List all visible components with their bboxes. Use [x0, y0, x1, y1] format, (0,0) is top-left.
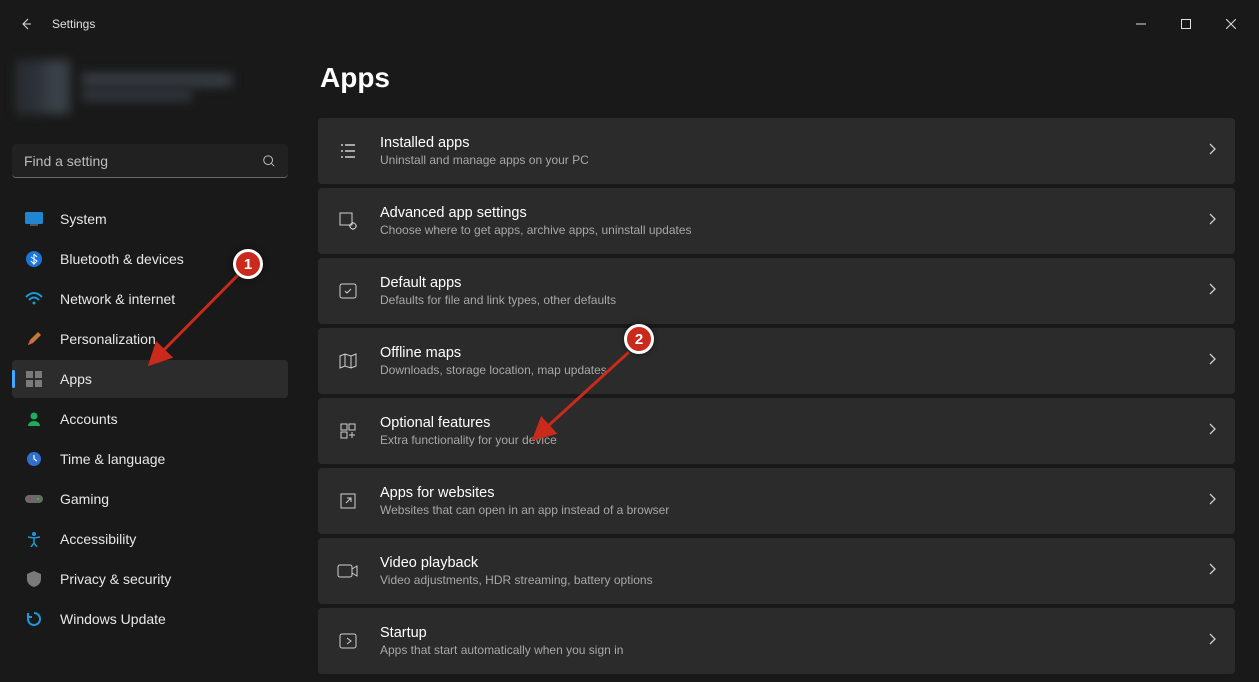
accessibility-icon — [24, 529, 44, 549]
video-icon — [336, 559, 360, 583]
nav-bluetooth[interactable]: Bluetooth & devices — [12, 240, 288, 278]
card-advanced-app-settings[interactable]: Advanced app settings Choose where to get… — [318, 188, 1235, 254]
person-icon — [24, 409, 44, 429]
card-title: Optional features — [380, 415, 1189, 431]
chevron-right-icon — [1209, 212, 1217, 230]
card-title: Startup — [380, 625, 1189, 641]
card-desc: Extra functionality for your device — [380, 433, 1189, 447]
minimize-button[interactable] — [1118, 9, 1163, 39]
card-title: Advanced app settings — [380, 205, 1189, 221]
maximize-button[interactable] — [1163, 9, 1208, 39]
chevron-right-icon — [1209, 562, 1217, 580]
shield-icon — [24, 569, 44, 589]
nav-personalization[interactable]: Personalization — [12, 320, 288, 358]
nav-update[interactable]: Windows Update — [12, 600, 288, 638]
open-external-icon — [336, 489, 360, 513]
nav-label: System — [60, 211, 107, 227]
nav-label: Gaming — [60, 491, 109, 507]
chevron-right-icon — [1209, 492, 1217, 510]
default-apps-icon — [336, 279, 360, 303]
card-desc: Defaults for file and link types, other … — [380, 293, 1189, 307]
clock-icon — [24, 449, 44, 469]
map-icon — [336, 349, 360, 373]
nav-accessibility[interactable]: Accessibility — [12, 520, 288, 558]
chevron-right-icon — [1209, 632, 1217, 650]
card-apps-for-websites[interactable]: Apps for websites Websites that can open … — [318, 468, 1235, 534]
nav-network[interactable]: Network & internet — [12, 280, 288, 318]
user-profile[interactable] — [12, 56, 288, 122]
card-title: Apps for websites — [380, 485, 1189, 501]
chevron-right-icon — [1209, 142, 1217, 160]
card-installed-apps[interactable]: Installed apps Uninstall and manage apps … — [318, 118, 1235, 184]
nav-label: Apps — [60, 371, 92, 387]
close-icon — [1226, 19, 1236, 29]
card-title: Installed apps — [380, 135, 1189, 151]
search-box[interactable] — [12, 144, 288, 178]
search-icon — [262, 154, 276, 168]
chevron-right-icon — [1209, 422, 1217, 440]
card-desc: Apps that start automatically when you s… — [380, 643, 1189, 657]
card-desc: Uninstall and manage apps on your PC — [380, 153, 1189, 167]
page-title: Apps — [320, 62, 1235, 94]
card-optional-features[interactable]: Optional features Extra functionality for… — [318, 398, 1235, 464]
card-title: Offline maps — [380, 345, 1189, 361]
sidebar: System Bluetooth & devices Network & int… — [0, 48, 300, 682]
maximize-icon — [1181, 19, 1191, 29]
nav-gaming[interactable]: Gaming — [12, 480, 288, 518]
nav-label: Bluetooth & devices — [60, 251, 184, 267]
minimize-icon — [1136, 19, 1146, 29]
card-desc: Choose where to get apps, archive apps, … — [380, 223, 1189, 237]
nav-time[interactable]: Time & language — [12, 440, 288, 478]
nav-label: Personalization — [60, 331, 156, 347]
nav-accounts[interactable]: Accounts — [12, 400, 288, 438]
card-desc: Websites that can open in an app instead… — [380, 503, 1189, 517]
list-icon — [336, 139, 360, 163]
nav-list: System Bluetooth & devices Network & int… — [12, 200, 288, 638]
avatar — [16, 60, 70, 114]
user-email-redacted — [82, 89, 192, 101]
wifi-icon — [24, 289, 44, 309]
card-desc: Video adjustments, HDR streaming, batter… — [380, 573, 1189, 587]
display-icon — [24, 209, 44, 229]
nav-label: Privacy & security — [60, 571, 171, 587]
chevron-right-icon — [1209, 282, 1217, 300]
main-content: Apps Installed apps Uninstall and manage … — [300, 48, 1259, 682]
nav-label: Time & language — [60, 451, 165, 467]
window-title: Settings — [52, 17, 95, 31]
nav-privacy[interactable]: Privacy & security — [12, 560, 288, 598]
card-title: Default apps — [380, 275, 1189, 291]
app-gear-icon — [336, 209, 360, 233]
nav-system[interactable]: System — [12, 200, 288, 238]
card-default-apps[interactable]: Default apps Defaults for file and link t… — [318, 258, 1235, 324]
chevron-right-icon — [1209, 352, 1217, 370]
search-input[interactable] — [24, 153, 262, 169]
update-icon — [24, 609, 44, 629]
bluetooth-icon — [24, 249, 44, 269]
settings-card-list: Installed apps Uninstall and manage apps … — [318, 118, 1235, 674]
startup-icon — [336, 629, 360, 653]
user-name-redacted — [82, 73, 232, 87]
gamepad-icon — [24, 489, 44, 509]
card-desc: Downloads, storage location, map updates — [380, 363, 1189, 377]
paintbrush-icon — [24, 329, 44, 349]
close-button[interactable] — [1208, 9, 1253, 39]
add-feature-icon — [336, 419, 360, 443]
arrow-left-icon — [18, 16, 34, 32]
card-startup[interactable]: Startup Apps that start automatically whe… — [318, 608, 1235, 674]
nav-label: Accounts — [60, 411, 118, 427]
card-offline-maps[interactable]: Offline maps Downloads, storage location,… — [318, 328, 1235, 394]
apps-icon — [24, 369, 44, 389]
nav-apps[interactable]: Apps — [12, 360, 288, 398]
card-video-playback[interactable]: Video playback Video adjustments, HDR str… — [318, 538, 1235, 604]
nav-label: Accessibility — [60, 531, 136, 547]
back-button[interactable] — [12, 10, 40, 38]
titlebar: Settings — [0, 0, 1259, 48]
nav-label: Windows Update — [60, 611, 166, 627]
nav-label: Network & internet — [60, 291, 175, 307]
card-title: Video playback — [380, 555, 1189, 571]
